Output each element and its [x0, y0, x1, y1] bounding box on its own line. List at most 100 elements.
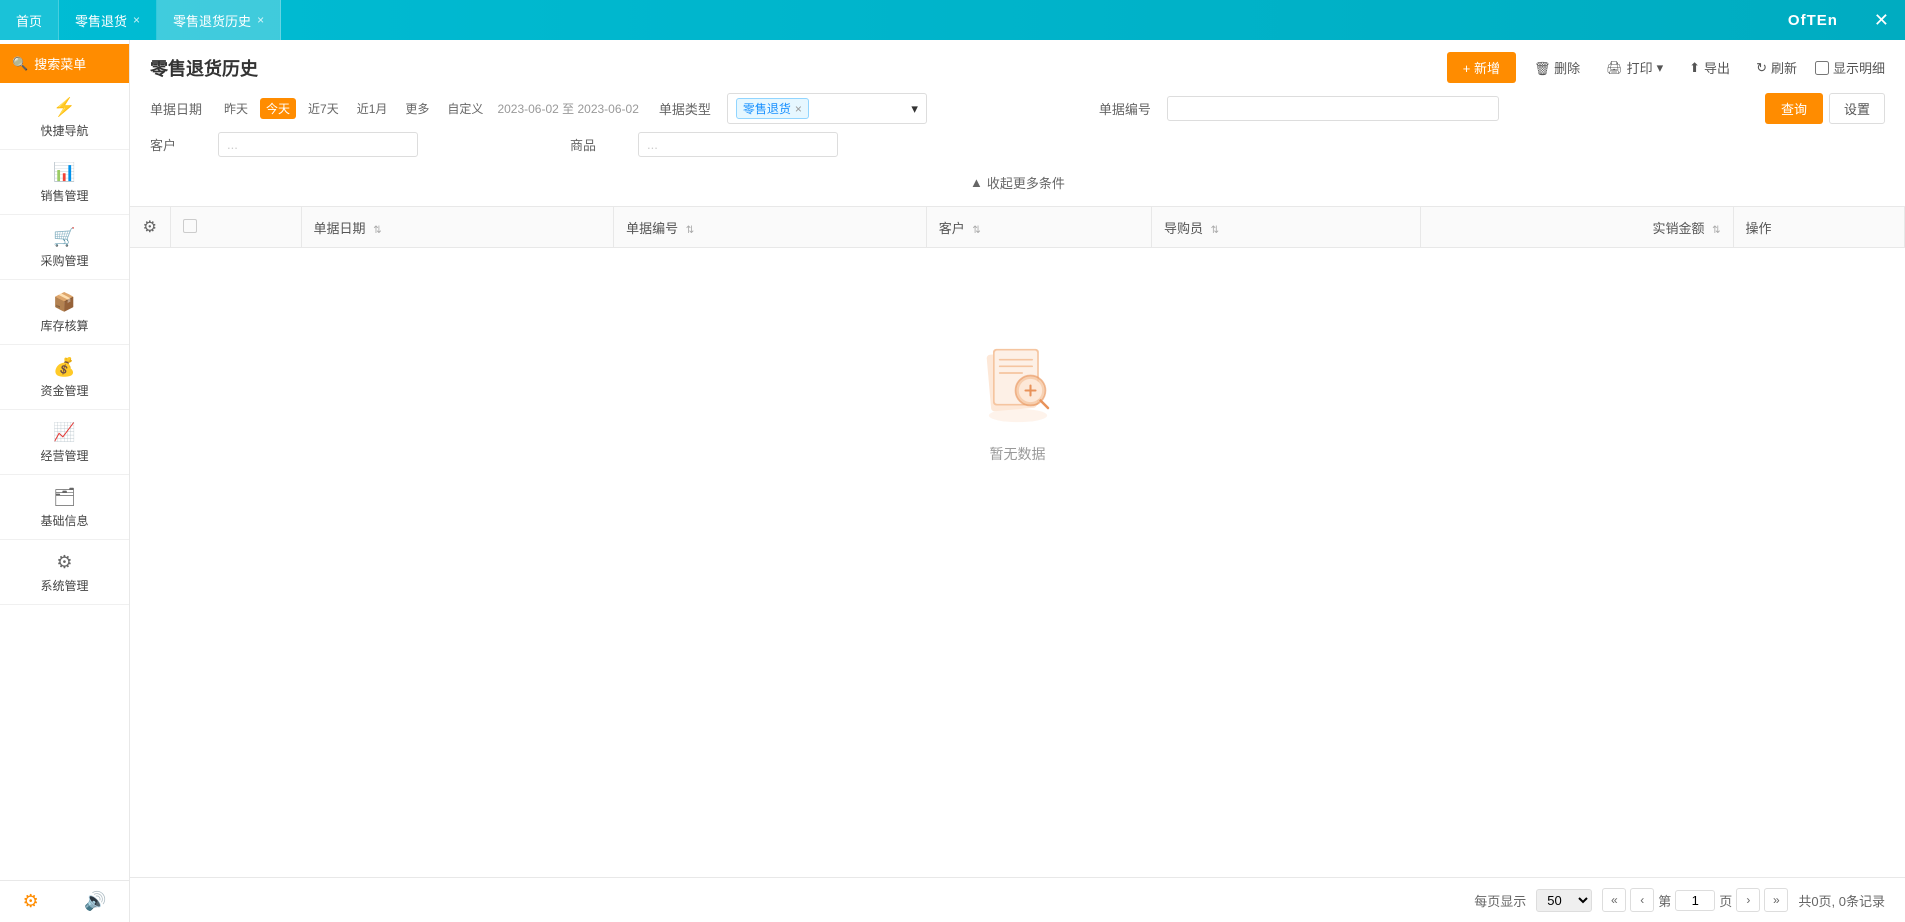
- settings-bottom-icon[interactable]: ⚙: [23, 891, 39, 912]
- filter-row-1: 单据日期 昨天 今天 近7天 近1月 更多 自定义 2023-06-02 至 2…: [150, 93, 1885, 124]
- new-button[interactable]: + 新增: [1447, 52, 1516, 83]
- sidebar-item-basic-info[interactable]: 🗂 基础信息: [0, 475, 129, 540]
- sidebar-item-system[interactable]: ⚙ 系统管理: [0, 540, 129, 605]
- display-checkbox[interactable]: [1815, 61, 1829, 75]
- col-date-header[interactable]: 单据日期 ⇅: [301, 207, 614, 248]
- col-amount-sort-icon: ⇅: [1712, 225, 1720, 236]
- page-actions: + 新增 🗑 删除 🖨 打印 ▾ ⬆ 导出 ↻ 刷新: [1447, 52, 1885, 83]
- inventory-icon: 📦: [53, 292, 75, 313]
- date-opt-yesterday[interactable]: 昨天: [218, 98, 254, 119]
- tab-retail-return[interactable]: 零售退货 ×: [59, 0, 157, 40]
- goods-filter-label: 商品: [570, 135, 630, 154]
- page-end-label: 页: [1719, 891, 1732, 910]
- type-filter-label: 单据类型: [659, 99, 719, 118]
- col-customer-sort-icon: ⇅: [972, 225, 980, 236]
- sidebar-item-purchase[interactable]: 🛒 采购管理: [0, 215, 129, 280]
- tab-retail-return-history-label: 零售退货历史: [173, 11, 251, 30]
- date-options: 昨天 今天 近7天 近1月 更多 自定义: [218, 98, 489, 119]
- collapse-button[interactable]: ▲ 收起更多条件: [970, 173, 1065, 192]
- sidebar-search-label: 搜索菜单: [34, 54, 86, 73]
- basic-info-icon: 🗂: [53, 487, 76, 508]
- prev-page-button[interactable]: ‹: [1630, 888, 1654, 912]
- filter-type-group: 单据类型 零售退货 × ▾: [659, 93, 1079, 124]
- tab-home[interactable]: 首页: [0, 0, 59, 40]
- type-tag-remove[interactable]: ×: [795, 102, 802, 116]
- col-date-label: 单据日期: [314, 221, 366, 236]
- date-opt-more[interactable]: 更多: [399, 98, 435, 119]
- tab-retail-return-label: 零售退货: [75, 11, 127, 30]
- tab-retail-return-history-close[interactable]: ×: [257, 13, 264, 27]
- date-opt-custom[interactable]: 自定义: [441, 98, 489, 119]
- system-icon: ⚙: [56, 552, 72, 573]
- operations-icon: 📈: [53, 422, 75, 443]
- next-page-button[interactable]: ›: [1736, 888, 1760, 912]
- speaker-icon[interactable]: 🔊: [84, 891, 106, 912]
- collapse-icon: ▲: [970, 175, 983, 190]
- select-all-checkbox[interactable]: [183, 219, 197, 233]
- sidebar: 🔍 搜索菜单 ⚡ 快捷导航 📊 销售管理 🛒 采购管理 📦 库存核算 💰 资金管…: [0, 40, 130, 922]
- col-checkbox-header[interactable]: [170, 207, 301, 248]
- first-page-button[interactable]: «: [1602, 888, 1626, 912]
- window-close-button[interactable]: ✕: [1874, 10, 1889, 31]
- sidebar-item-sales[interactable]: 📊 销售管理: [0, 150, 129, 215]
- display-toggle[interactable]: 显示明细: [1815, 58, 1885, 77]
- col-guide-header[interactable]: 导购员 ⇅: [1152, 207, 1421, 248]
- col-settings-header[interactable]: ⚙: [130, 207, 170, 248]
- number-filter-label: 单据编号: [1099, 99, 1159, 118]
- sidebar-item-quick-nav[interactable]: ⚡ 快捷导航: [0, 85, 129, 150]
- filter-number-group: 单据编号: [1099, 96, 1499, 121]
- number-filter-input[interactable]: [1167, 96, 1499, 121]
- quick-nav-icon: ⚡: [53, 97, 75, 118]
- tab-retail-return-close[interactable]: ×: [133, 13, 140, 27]
- col-action-header: 操作: [1733, 207, 1904, 248]
- last-page-button[interactable]: »: [1764, 888, 1788, 912]
- sidebar-bottom: ⚙ 🔊: [0, 880, 129, 922]
- col-customer-header[interactable]: 客户 ⇅: [926, 207, 1151, 248]
- col-number-header[interactable]: 单据编号 ⇅: [614, 207, 927, 248]
- date-opt-1month[interactable]: 近1月: [351, 98, 394, 119]
- collapse-label: 收起更多条件: [987, 173, 1065, 192]
- date-filter-label: 单据日期: [150, 99, 210, 118]
- sidebar-item-basic-info-label: 基础信息: [40, 512, 88, 529]
- page-size-select[interactable]: 20 50 100 200: [1536, 889, 1592, 912]
- customer-filter-select[interactable]: ...: [218, 132, 418, 157]
- date-opt-7days[interactable]: 近7天: [302, 98, 345, 119]
- brand-logo: OfTEn: [1772, 12, 1854, 29]
- page-number-input[interactable]: [1675, 890, 1715, 911]
- empty-text: 暂无数据: [990, 444, 1046, 464]
- sidebar-item-sales-label: 销售管理: [40, 187, 88, 204]
- tab-bar: 首页 零售退货 × 零售退货历史 ×: [0, 0, 1772, 40]
- customer-filter-label: 客户: [150, 135, 210, 154]
- table-header-row: ⚙ 单据日期 ⇅ 单据编号 ⇅: [130, 207, 1905, 248]
- col-amount-label: 实销金额: [1653, 221, 1705, 236]
- sidebar-item-inventory[interactable]: 📦 库存核算: [0, 280, 129, 345]
- goods-filter-select[interactable]: ...: [638, 132, 838, 157]
- refresh-button[interactable]: ↻ 刷新: [1748, 54, 1805, 81]
- type-filter-select[interactable]: 零售退货 × ▾: [727, 93, 927, 124]
- page-title: 零售退货历史: [150, 55, 258, 81]
- print-icon: 🖨: [1606, 60, 1623, 76]
- sales-icon: 📊: [53, 162, 75, 183]
- table-settings-icon[interactable]: ⚙: [143, 219, 157, 236]
- top-bar-right: OfTEn ✕: [1772, 10, 1905, 31]
- query-button[interactable]: 查询: [1765, 93, 1823, 124]
- tab-retail-return-history[interactable]: 零售退货历史 ×: [157, 0, 281, 40]
- main-layout: 🔍 搜索菜单 ⚡ 快捷导航 📊 销售管理 🛒 采购管理 📦 库存核算 💰 资金管…: [0, 40, 1905, 922]
- col-number-label: 单据编号: [626, 221, 678, 236]
- tab-home-label: 首页: [16, 11, 42, 30]
- page-size-label: 每页显示: [1474, 891, 1526, 910]
- date-opt-today[interactable]: 今天: [260, 98, 296, 119]
- table-footer: 每页显示 20 50 100 200 « ‹ 第 页 › » 共0页, 0条记录: [130, 877, 1905, 922]
- settings-button[interactable]: 设置: [1829, 93, 1885, 124]
- print-button[interactable]: 🖨 打印 ▾: [1598, 54, 1671, 81]
- col-amount-header[interactable]: 实销金额 ⇅: [1420, 207, 1733, 248]
- sidebar-item-finance[interactable]: 💰 资金管理: [0, 345, 129, 410]
- collapse-row: ▲ 收起更多条件: [150, 165, 1885, 206]
- sidebar-search[interactable]: 🔍 搜索菜单: [0, 44, 129, 83]
- refresh-label: 刷新: [1771, 58, 1797, 77]
- sidebar-item-operations[interactable]: 📈 经营管理: [0, 410, 129, 475]
- delete-button[interactable]: 🗑 删除: [1526, 54, 1588, 81]
- top-bar: 首页 零售退货 × 零售退货历史 × OfTEn ✕: [0, 0, 1905, 40]
- export-button[interactable]: ⬆ 导出: [1681, 54, 1738, 81]
- print-label: 打印: [1627, 58, 1653, 77]
